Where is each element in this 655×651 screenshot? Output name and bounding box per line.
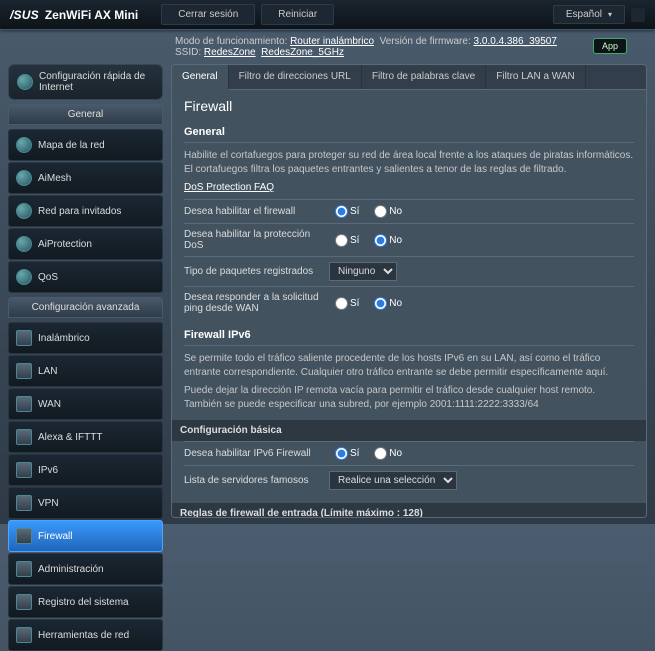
- tab-filtro-lan-a-wan[interactable]: Filtro LAN a WAN: [486, 65, 586, 89]
- gear-icon: [17, 74, 33, 90]
- ssid2[interactable]: RedesZone_5GHz: [261, 47, 344, 58]
- enable-dos-yes[interactable]: [335, 234, 348, 247]
- pkt-type-select[interactable]: Ninguno: [329, 262, 397, 281]
- menu-icon: [16, 495, 32, 511]
- sidebar-item-firewall[interactable]: Firewall: [8, 520, 163, 552]
- ping-wan-yes[interactable]: [335, 297, 348, 310]
- enable-ipv6fw-no[interactable]: [374, 447, 387, 460]
- sidebar-item-qos[interactable]: QoS: [8, 261, 163, 293]
- sidebar-item-mapa-de-la-red[interactable]: Mapa de la red: [8, 129, 163, 161]
- sidebar-item-herramientas-de-red[interactable]: Herramientas de red: [8, 619, 163, 651]
- menu-icon: [16, 396, 32, 412]
- sidebar-item-vpn[interactable]: VPN: [8, 487, 163, 519]
- ssid-label: SSID:: [175, 47, 201, 58]
- tab-general[interactable]: General: [172, 65, 229, 90]
- ping-wan-label: Desea responder a la solicitud ping desd…: [184, 292, 329, 314]
- fw-value[interactable]: 3.0.0.4.386_39507: [474, 36, 557, 47]
- ssid1[interactable]: RedesZone: [204, 47, 256, 58]
- famous-servers-select[interactable]: Realice una selección: [329, 471, 457, 490]
- menu-icon: [16, 429, 32, 445]
- mode-label: Modo de funcionamiento:: [175, 36, 287, 47]
- fw-label: Versión de firmware:: [380, 36, 471, 47]
- sidebar-item-alexa-ifttt[interactable]: Alexa & IFTTT: [8, 421, 163, 453]
- sidebar-item-administraci-n[interactable]: Administración: [8, 553, 163, 585]
- enable-firewall-no[interactable]: [374, 205, 387, 218]
- enable-dos-label: Desea habilitar la protección DoS: [184, 229, 329, 251]
- enable-ipv6fw-label: Desea habilitar IPv6 Firewall: [184, 448, 329, 459]
- ping-wan-no[interactable]: [374, 297, 387, 310]
- tab-filtro-de-direcciones-url[interactable]: Filtro de direcciones URL: [229, 65, 362, 89]
- general-desc: Habilite el cortafuegos para proteger su…: [184, 149, 634, 177]
- menu-icon: [16, 561, 32, 577]
- sidebar-item-aimesh[interactable]: AiMesh: [8, 162, 163, 194]
- section-general: General: [184, 122, 634, 143]
- brand-logo: /SUS: [10, 8, 39, 22]
- menu-icon: [16, 363, 32, 379]
- sidebar-item-red-para-invitados[interactable]: Red para invitados: [8, 195, 163, 227]
- menu-icon: [16, 528, 32, 544]
- sidebar-header-advanced: Configuración avanzada: [8, 297, 163, 318]
- sidebar-item-registro-del-sistema[interactable]: Registro del sistema: [8, 586, 163, 618]
- enable-dos-no[interactable]: [374, 234, 387, 247]
- menu-icon: [16, 203, 32, 219]
- bar-basic-config: Configuración básica: [172, 420, 646, 441]
- menu-icon: [16, 594, 32, 610]
- app-badge[interactable]: App: [593, 38, 627, 54]
- bar-inbound-rules: Reglas de firewall de entrada (Límite má…: [172, 503, 646, 518]
- menu-icon: [16, 137, 32, 153]
- tab-filtro-de-palabras-clave[interactable]: Filtro de palabras clave: [362, 65, 486, 89]
- sidebar-item-wan[interactable]: WAN: [8, 388, 163, 420]
- menu-icon: [16, 330, 32, 346]
- pkt-type-label: Tipo de paquetes registrados: [184, 266, 329, 277]
- enable-firewall-yes[interactable]: [335, 205, 348, 218]
- dos-faq-link[interactable]: DoS Protection FAQ: [184, 182, 274, 193]
- ipv6-desc2: Puede dejar la dirección IP remota vacía…: [184, 384, 634, 412]
- ipv6-desc1: Se permite todo el tráfico saliente proc…: [184, 352, 634, 380]
- mode-value[interactable]: Router inalámbrico: [290, 36, 374, 47]
- menu-icon: [16, 627, 32, 643]
- sidebar-item-ipv6[interactable]: IPv6: [8, 454, 163, 486]
- enable-firewall-label: Desea habilitar el firewall: [184, 206, 329, 217]
- sidebar-item-lan[interactable]: LAN: [8, 355, 163, 387]
- usb-icon[interactable]: [631, 8, 645, 22]
- menu-icon: [16, 462, 32, 478]
- sidebar-item-inal-mbrico[interactable]: Inalámbrico: [8, 322, 163, 354]
- sidebar-header-general: General: [8, 104, 163, 125]
- enable-ipv6fw-yes[interactable]: [335, 447, 348, 460]
- sidebar-item-aiprotection[interactable]: AiProtection: [8, 228, 163, 260]
- product-name: ZenWiFi AX Mini: [45, 8, 138, 22]
- menu-icon: [16, 236, 32, 252]
- menu-icon: [16, 269, 32, 285]
- quick-internet-setup[interactable]: Configuración rápida de Internet: [8, 64, 163, 100]
- language-select[interactable]: Español: [553, 5, 625, 24]
- menu-icon: [16, 170, 32, 186]
- page-title: Firewall: [184, 98, 634, 114]
- famous-servers-label: Lista de servidores famosos: [184, 475, 329, 486]
- logout-button[interactable]: Cerrar sesión: [161, 4, 255, 25]
- reboot-button[interactable]: Reiniciar: [261, 4, 334, 25]
- quick-label: Configuración rápida de Internet: [39, 71, 154, 93]
- section-ipv6: Firewall IPv6: [184, 325, 634, 346]
